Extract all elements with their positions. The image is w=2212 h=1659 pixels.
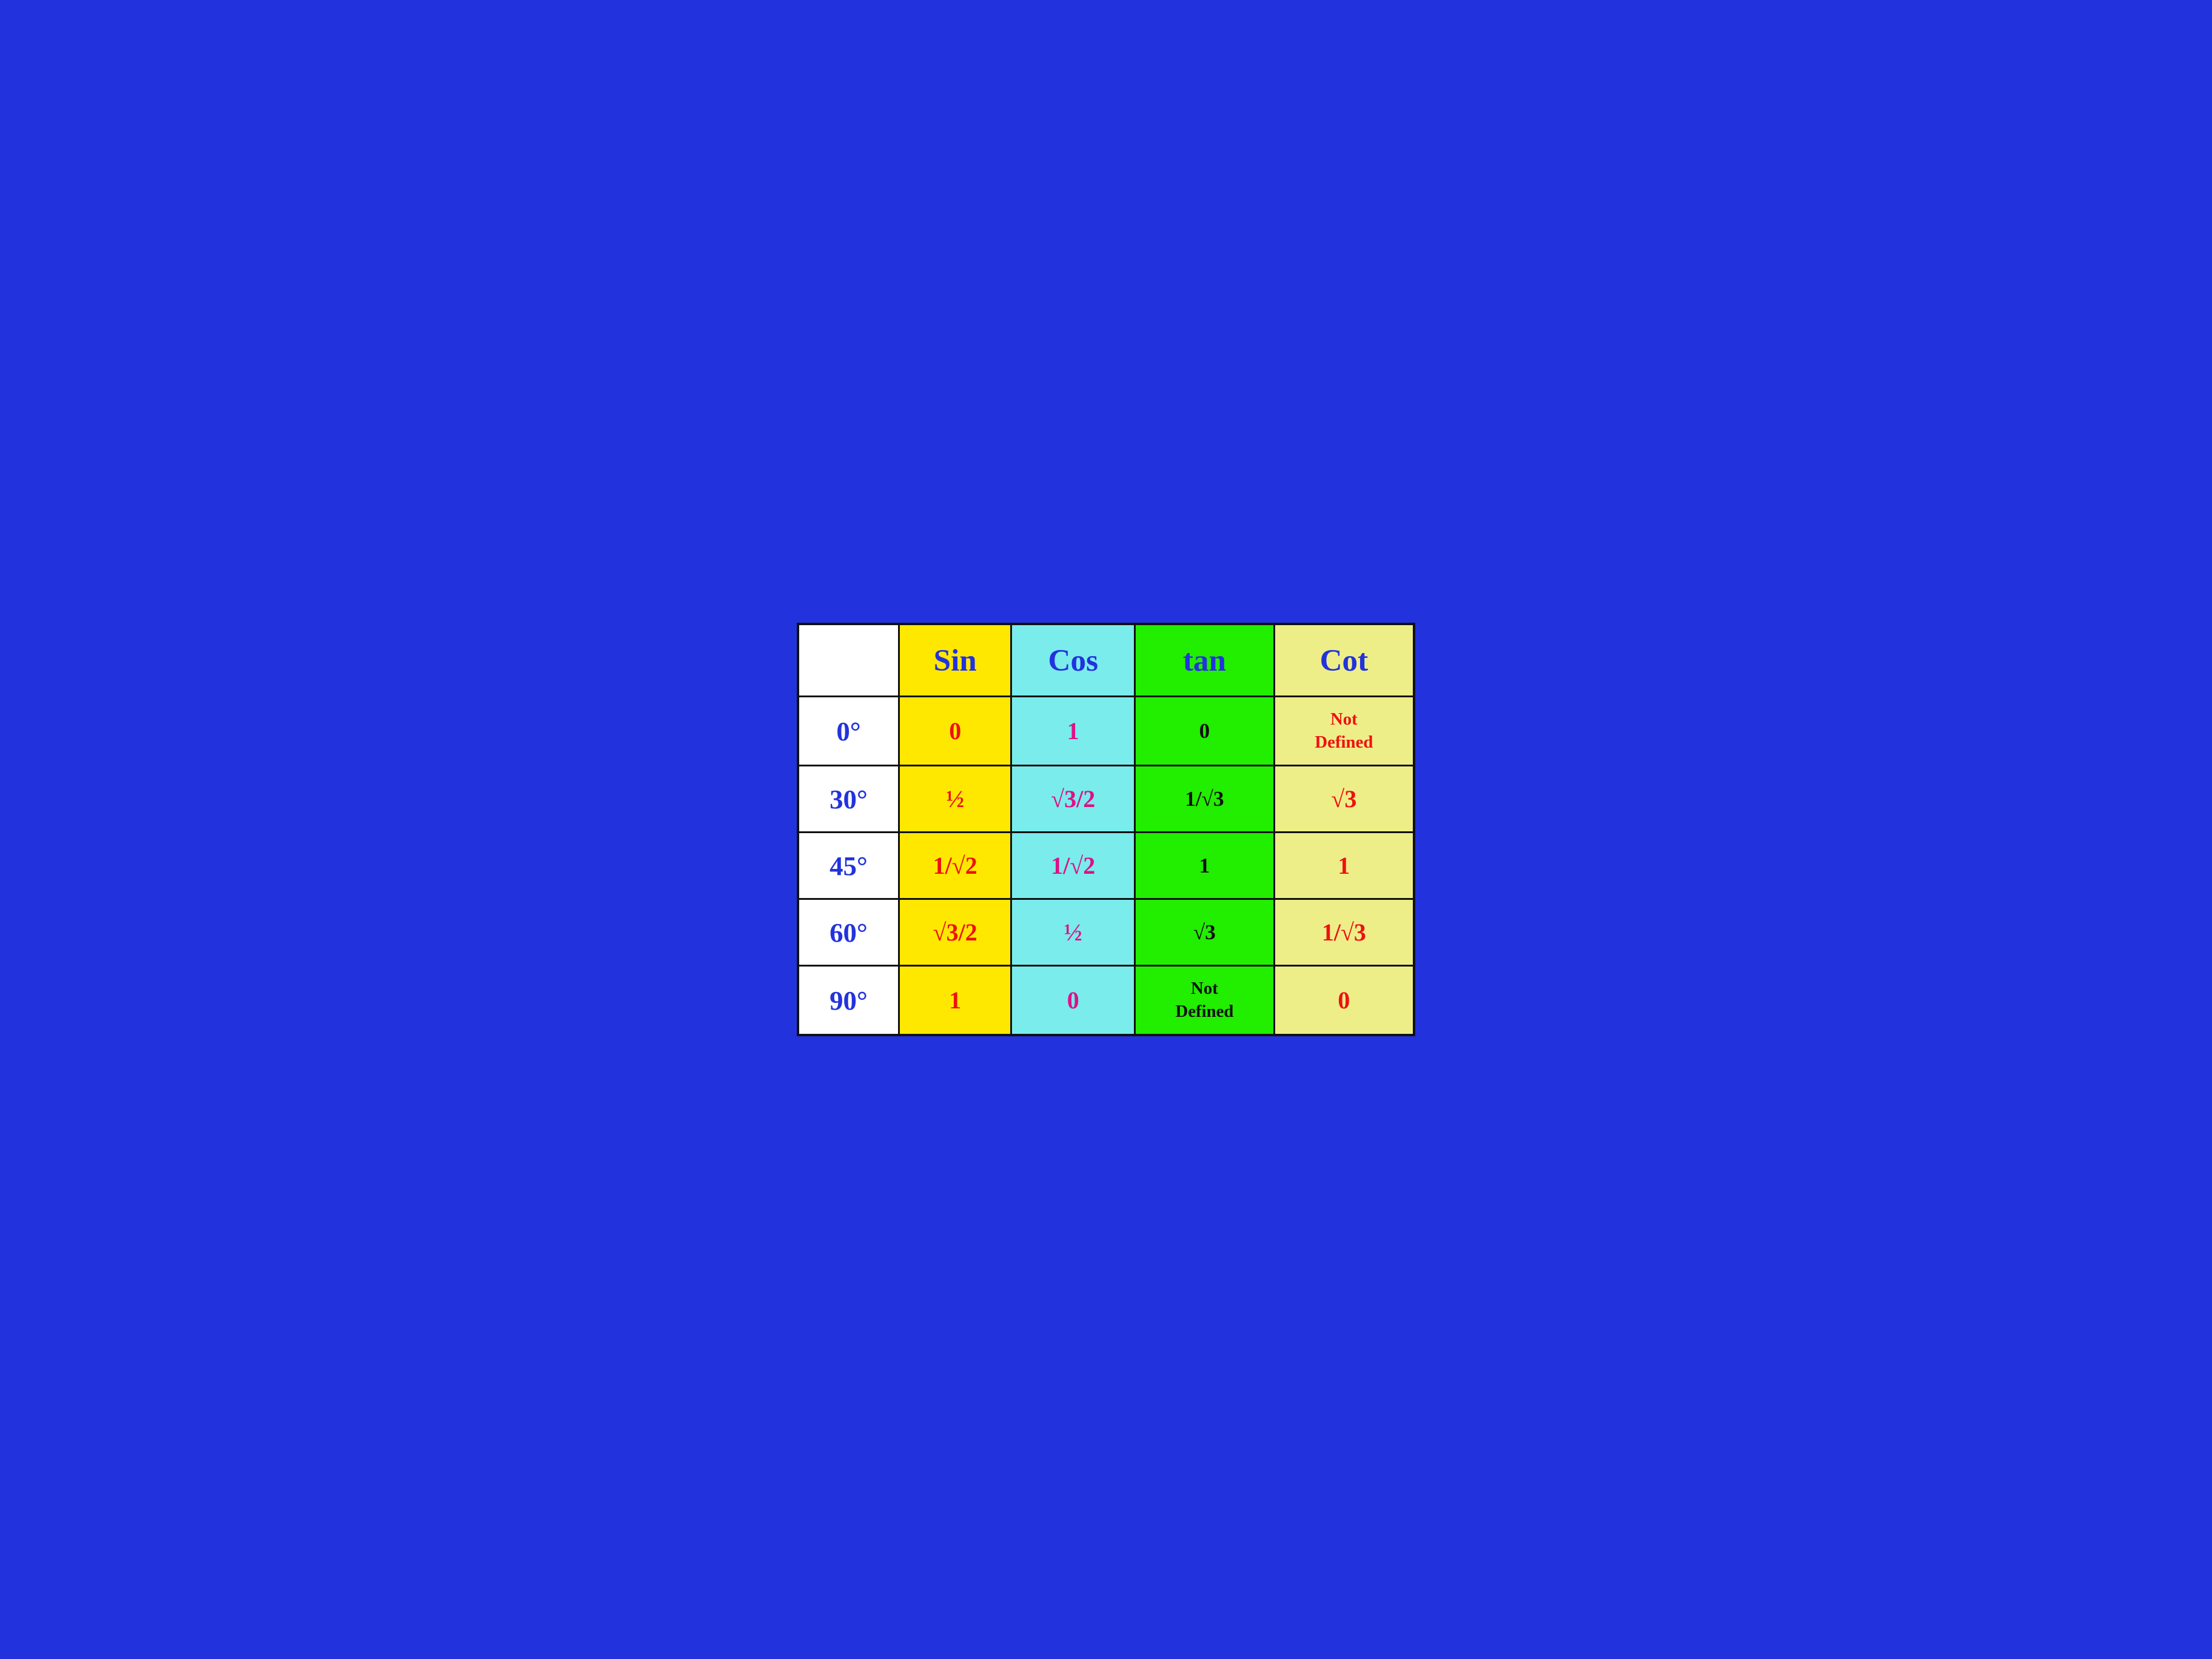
header-cos-label: Cos — [1048, 643, 1098, 678]
row-60deg: 60° √3/2 ½ √3 1/√3 — [798, 899, 1414, 966]
tan-30-value: 1/√3 — [1185, 787, 1224, 811]
angle-90: 90° — [798, 966, 899, 1035]
header-tan: tan — [1135, 624, 1275, 697]
angle-30: 30° — [798, 766, 899, 833]
header-row: Sin Cos tan Cot — [798, 624, 1414, 697]
angle-60: 60° — [798, 899, 899, 966]
sin-60: √3/2 — [899, 899, 1011, 966]
tan-30: 1/√3 — [1135, 766, 1275, 833]
row-0deg: 0° 0 1 0 NotDefined — [798, 697, 1414, 766]
angle-0: 0° — [798, 697, 899, 766]
angle-45-label: 45° — [830, 851, 868, 881]
cot-60: 1/√3 — [1274, 899, 1414, 966]
tan-45-value: 1 — [1199, 854, 1210, 877]
cos-90-value: 0 — [1067, 987, 1079, 1014]
row-45deg: 45° 1/√2 1/√2 1 1 — [798, 833, 1414, 899]
cos-90: 0 — [1011, 966, 1135, 1035]
cos-60-value: ½ — [1064, 919, 1082, 946]
cos-60: ½ — [1011, 899, 1135, 966]
header-cos: Cos — [1011, 624, 1135, 697]
tan-90-value: NotDefined — [1175, 979, 1233, 1021]
cot-90-value: 0 — [1338, 987, 1350, 1014]
cot-30: √3 — [1274, 766, 1414, 833]
header-cot-label: Cot — [1320, 643, 1369, 678]
tan-90: NotDefined — [1135, 966, 1275, 1035]
header-sin: Sin — [899, 624, 1011, 697]
header-sin-label: Sin — [934, 643, 977, 678]
tan-60-value: √3 — [1193, 920, 1216, 944]
angle-45: 45° — [798, 833, 899, 899]
sin-45: 1/√2 — [899, 833, 1011, 899]
cos-30: √3/2 — [1011, 766, 1135, 833]
sin-0-value: 0 — [949, 717, 961, 745]
header-angle — [798, 624, 899, 697]
sin-60-value: √3/2 — [933, 919, 977, 946]
row-90deg: 90° 1 0 NotDefined 0 — [798, 966, 1414, 1035]
tan-60: √3 — [1135, 899, 1275, 966]
sin-0: 0 — [899, 697, 1011, 766]
sin-30: ½ — [899, 766, 1011, 833]
tan-0-value: 0 — [1199, 719, 1210, 743]
cos-45-value: 1/√2 — [1051, 852, 1095, 879]
angle-90-label: 90° — [830, 985, 868, 1016]
cot-90: 0 — [1274, 966, 1414, 1035]
sin-90-value: 1 — [949, 987, 961, 1014]
cot-0: NotDefined — [1274, 697, 1414, 766]
cot-30-value: √3 — [1331, 785, 1356, 813]
tan-45: 1 — [1135, 833, 1275, 899]
angle-30-label: 30° — [830, 784, 868, 814]
header-cot: Cot — [1274, 624, 1414, 697]
sin-45-value: 1/√2 — [933, 852, 977, 879]
tan-0: 0 — [1135, 697, 1275, 766]
header-tan-label: tan — [1183, 643, 1226, 678]
angle-60-label: 60° — [830, 917, 868, 948]
trig-table: Sin Cos tan Cot 0° 0 — [797, 623, 1415, 1036]
angle-0-label: 0° — [836, 716, 860, 746]
sin-30-value: ½ — [946, 785, 964, 813]
cos-0: 1 — [1011, 697, 1135, 766]
table-wrapper: Sin Cos tan Cot 0° 0 — [773, 598, 1439, 1061]
cot-0-value: NotDefined — [1315, 709, 1373, 751]
row-30deg: 30° ½ √3/2 1/√3 √3 — [798, 766, 1414, 833]
cot-45: 1 — [1274, 833, 1414, 899]
cot-45-value: 1 — [1338, 852, 1350, 879]
cot-60-value: 1/√3 — [1322, 919, 1366, 946]
sin-90: 1 — [899, 966, 1011, 1035]
cos-45: 1/√2 — [1011, 833, 1135, 899]
cos-30-value: √3/2 — [1051, 785, 1095, 813]
cos-0-value: 1 — [1067, 717, 1079, 745]
